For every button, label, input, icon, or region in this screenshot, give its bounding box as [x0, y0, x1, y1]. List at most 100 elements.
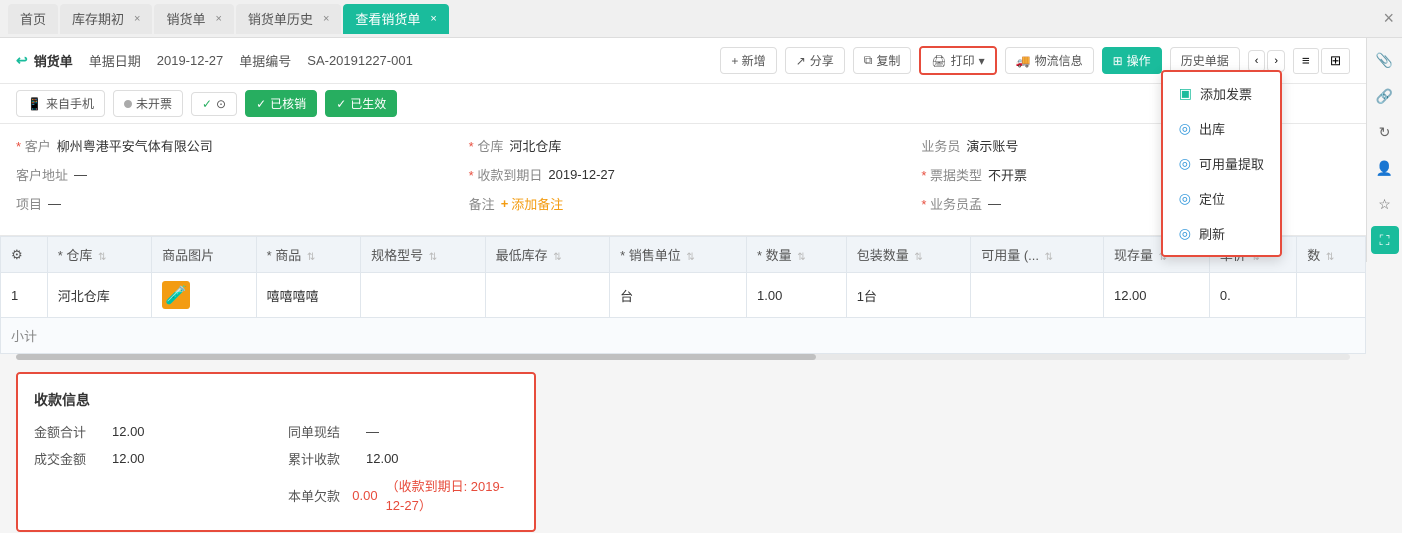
available-qty-item[interactable]: ◎ 可用量提取 — [1163, 146, 1280, 181]
sidebar-attachment-icon[interactable]: 📎 — [1371, 46, 1399, 74]
phone-icon: 📱 — [27, 97, 42, 111]
number-value: SA-20191227-001 — [307, 53, 413, 68]
add-note-button[interactable]: + 添加备注 — [501, 194, 564, 213]
sidebar-rotate-icon[interactable]: ↻ — [1371, 118, 1399, 146]
tab-view-sales[interactable]: 查看销货单 × — [343, 4, 448, 34]
ship-out-icon: ◎ — [1179, 120, 1191, 137]
tab-history-label: 销货单历史 — [248, 9, 313, 28]
confirm-button[interactable]: ✓ ⊙ — [191, 92, 237, 116]
doc-title-section: ↩ 销货单 — [16, 51, 73, 70]
tab-inventory-init[interactable]: 库存期初 × — [60, 4, 152, 34]
not-open-button[interactable]: 未开票 — [113, 90, 183, 117]
total-amount-row: 金额合计 12.00 — [34, 422, 264, 441]
col-warehouse[interactable]: * 仓库 ⇅ — [47, 237, 151, 273]
transaction-value: 12.00 — [112, 451, 145, 466]
col-spec[interactable]: 规格型号 ⇅ — [361, 237, 486, 273]
grid-view-button[interactable]: ⊞ — [1321, 48, 1350, 74]
effective-icon: ✓ — [336, 97, 346, 111]
copy-icon: ⧉ — [864, 53, 873, 68]
employee-field: 业务员 演示账号 — [921, 136, 1350, 155]
prev-button[interactable]: ‹ — [1248, 50, 1266, 72]
doc-meta-section: 单据日期 2019-12-27 单据编号 SA-20191227-001 — [89, 51, 413, 70]
employee-value: 演示账号 — [966, 136, 1018, 155]
checked-status-button[interactable]: ✓ 已核销 — [245, 90, 317, 117]
col-amount[interactable]: 数 ⇅ — [1297, 237, 1366, 273]
copy-button[interactable]: ⧉ 复制 — [853, 47, 912, 74]
sales-order-icon: ↩ — [16, 52, 28, 69]
tab-sales-order[interactable]: 销货单 × — [154, 4, 233, 34]
share-icon: ↗ — [796, 54, 806, 68]
col-min-stock[interactable]: 最低库存 ⇅ — [485, 237, 610, 273]
col-quantity[interactable]: * 数量 ⇅ — [747, 237, 847, 273]
sidebar-star-icon[interactable]: ☆ — [1371, 190, 1399, 218]
print-button[interactable]: 🖨 打印 ▾ — [919, 46, 996, 75]
note-field: 备注 + 添加备注 — [469, 194, 898, 213]
print-icon: 🖨 — [931, 54, 946, 68]
tab-sales-close[interactable]: × — [215, 13, 221, 25]
col-product[interactable]: * 商品 ⇅ — [256, 237, 360, 273]
sidebar-expand-icon[interactable]: ⛶ — [1371, 226, 1399, 254]
nav-arrows: ‹ › — [1248, 50, 1285, 72]
payment-title: 收款信息 — [34, 390, 518, 410]
row-amount — [1297, 273, 1366, 318]
add-invoice-item[interactable]: ▣ 添加发票 — [1163, 76, 1280, 111]
ticket-type-value: 不开票 — [988, 165, 1027, 184]
list-view-button[interactable]: ≡ — [1293, 48, 1319, 74]
refresh-item[interactable]: ◎ 刷新 — [1163, 216, 1280, 251]
address-value: — — [74, 167, 87, 182]
right-sidebar: 📎 🔗 ↻ 👤 ☆ ⛶ — [1366, 38, 1402, 262]
from-phone-button[interactable]: 📱 来自手机 — [16, 90, 105, 117]
available-qty-label: 可用量提取 — [1199, 154, 1264, 173]
tab-sales-history[interactable]: 销货单历史 × — [236, 4, 341, 34]
col-available[interactable]: 可用量 (... ⇅ — [971, 237, 1104, 273]
table-row: 1 河北仓库 🧪 嘻嘻嘻嘻 台 1.00 1台 12.00 0. — [1, 273, 1366, 318]
sidebar-link-icon[interactable]: 🔗 — [1371, 82, 1399, 110]
subtotal-row: 小计 — [1, 318, 1366, 354]
customer-field: * 客户 柳州粤港平安气体有限公司 — [16, 136, 445, 155]
logistics-button[interactable]: 🚚 物流信息 — [1005, 47, 1094, 74]
row-unit-price: 0. — [1209, 273, 1296, 318]
col-settings[interactable]: ⚙ — [1, 237, 48, 273]
add-button[interactable]: + 新增 — [720, 47, 776, 74]
share-button[interactable]: ↗ 分享 — [785, 47, 845, 74]
confirm-icon: ✓ — [202, 97, 212, 111]
effective-status-button[interactable]: ✓ 已生效 — [325, 90, 397, 117]
operations-dropdown: ▣ 添加发票 ◎ 出库 ◎ 可用量提取 ◎ 定位 ◎ 刷新 — [1161, 70, 1282, 257]
location-label: 定位 — [1199, 189, 1225, 208]
row-pack-qty: 1台 — [846, 273, 971, 318]
window-close-button[interactable]: × — [1383, 8, 1394, 29]
next-button[interactable]: › — [1267, 50, 1285, 72]
refresh-label: 刷新 — [1199, 224, 1225, 243]
gear-icon: ⚙ — [11, 247, 23, 262]
due-date-value: 2019-12-27 — [548, 167, 615, 182]
tab-history-close[interactable]: × — [323, 13, 329, 25]
transaction-label: 成交金额 — [34, 449, 104, 468]
ship-out-item[interactable]: ◎ 出库 — [1163, 111, 1280, 146]
location-item[interactable]: ◎ 定位 — [1163, 181, 1280, 216]
tab-home[interactable]: 首页 — [8, 4, 58, 34]
tab-sales-label: 销货单 — [166, 9, 205, 28]
location-icon: ◎ — [1179, 190, 1191, 207]
row-spec — [361, 273, 486, 318]
date-value: 2019-12-27 — [157, 53, 224, 68]
col-pack-qty[interactable]: 包装数量 ⇅ — [846, 237, 971, 273]
product-image: 🧪 — [162, 281, 190, 309]
date-label: 单据日期 — [89, 51, 141, 70]
outstanding-label: 本单欠款 — [288, 486, 344, 505]
warehouse-value: 河北仓库 — [509, 136, 561, 155]
horizontal-scrollbar[interactable] — [16, 354, 1350, 360]
view-toggle: ≡ ⊞ — [1293, 48, 1350, 74]
sidebar-user-icon[interactable]: 👤 — [1371, 154, 1399, 182]
address-field: 客户地址 — — [16, 165, 445, 184]
tab-home-label: 首页 — [20, 9, 46, 28]
col-sales-unit[interactable]: * 销售单位 ⇅ — [610, 237, 747, 273]
form-row-2: 客户地址 — * 收款到期日 2019-12-27 * 票据类型 不开票 — [16, 165, 1350, 184]
operations-button[interactable]: ⊞ 操作 — [1102, 47, 1162, 74]
warehouse-field: * 仓库 河北仓库 — [469, 136, 898, 155]
row-available — [971, 273, 1104, 318]
scroll-thumb[interactable] — [16, 354, 816, 360]
tab-inventory-close[interactable]: × — [134, 13, 140, 25]
tab-view-close[interactable]: × — [430, 13, 436, 25]
payment-section: 收款信息 金额合计 12.00 同单现结 — 成交金额 12.00 累计收款 1… — [16, 372, 536, 532]
row-warehouse: 河北仓库 — [47, 273, 151, 318]
